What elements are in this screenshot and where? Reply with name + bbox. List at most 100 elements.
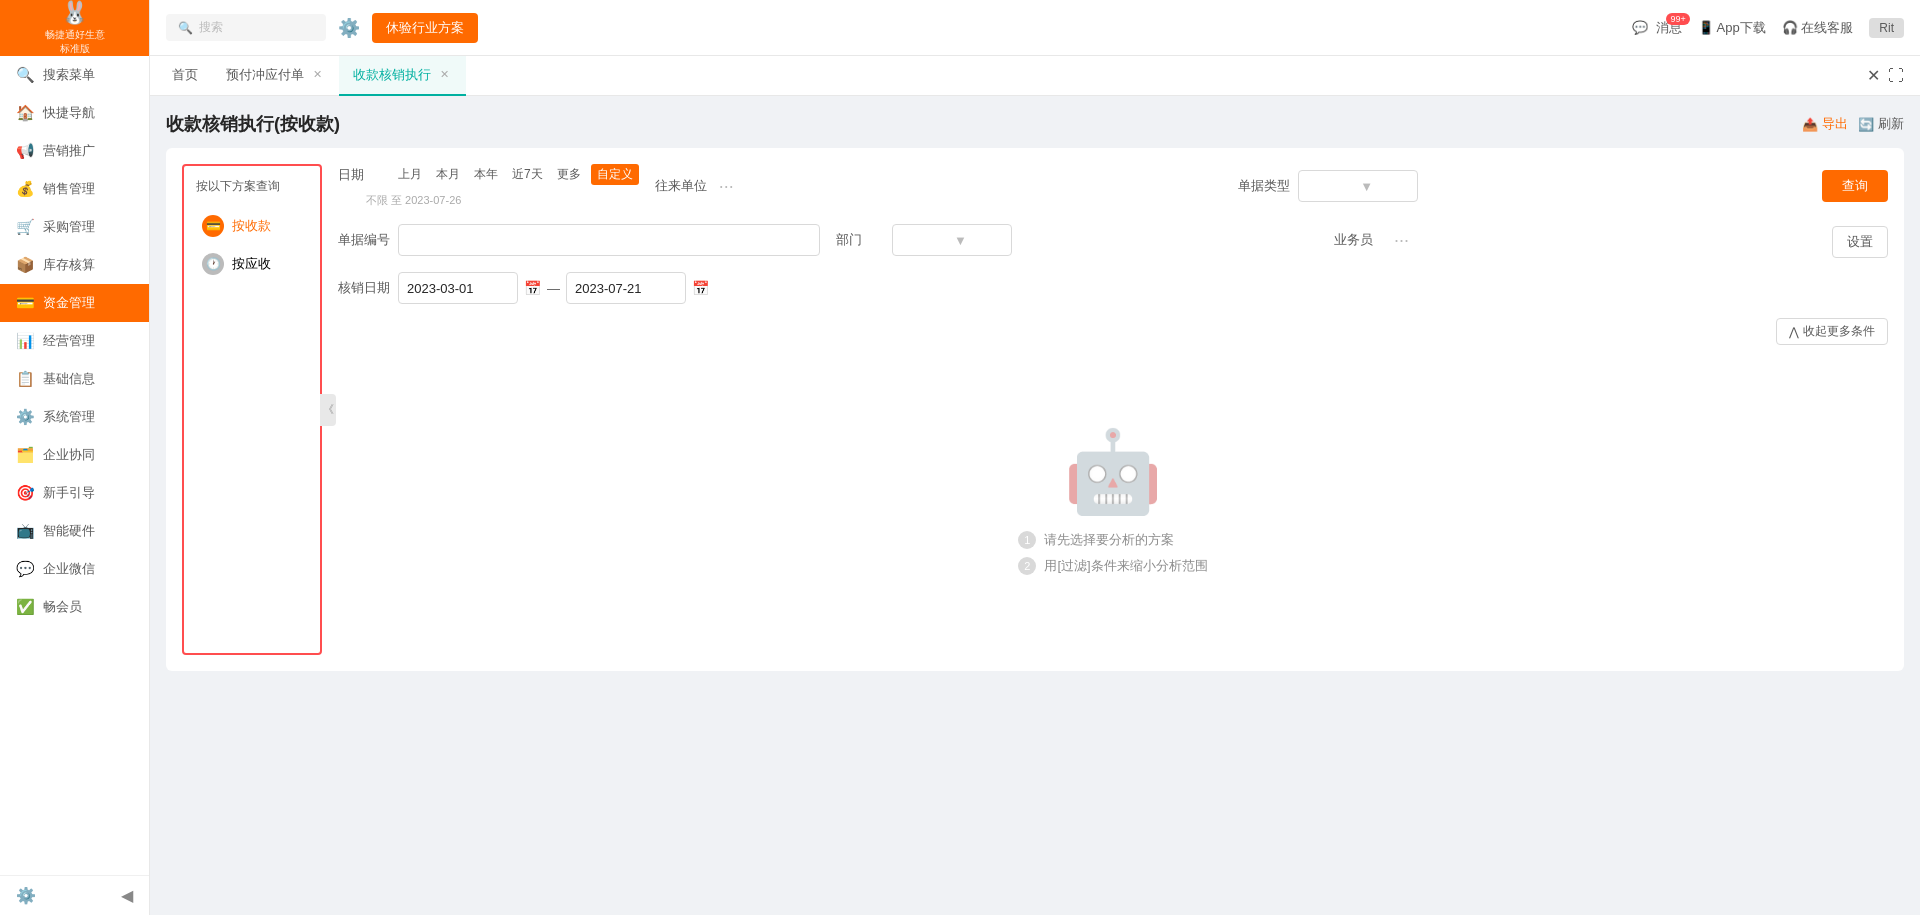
verify-start-calendar-icon[interactable]: 📅 [524, 280, 541, 296]
system-icon: ⚙️ [16, 408, 35, 426]
tab-close-all-btn[interactable]: ✕ [1867, 66, 1880, 85]
search-placeholder-text: 搜索 [199, 19, 223, 36]
dept-label: 部门 [836, 231, 884, 249]
settings-button[interactable]: 设置 [1832, 226, 1888, 258]
user-avatar[interactable]: Rit [1869, 18, 1904, 38]
basic-info-icon: 📋 [16, 370, 35, 388]
tab-maximize-btn[interactable]: ⛶ [1888, 67, 1904, 85]
doc-no-input[interactable] [398, 224, 820, 256]
export-icon: 📤 [1802, 117, 1818, 132]
sidebar-item-quick-nav[interactable]: 🏠 快捷导航 [0, 94, 149, 132]
topbar: 🔍 搜索 ⚙️ 休验行业方案 💬 99+ 消息 📱 App下载 🎧 在线客服 R… [150, 0, 1920, 56]
verify-date-label: 核销日期 [338, 279, 390, 297]
shortcut-last-month[interactable]: 上月 [394, 164, 426, 185]
shortcut-this-year[interactable]: 本年 [470, 164, 502, 185]
tab-prepay-close-icon[interactable]: ✕ [310, 66, 325, 83]
staff-field: 业务员 ··· [1334, 230, 1816, 251]
verify-end-calendar-icon[interactable]: 📅 [692, 280, 709, 296]
sales-icon: 💰 [16, 180, 35, 198]
shortcut-more[interactable]: 更多 [553, 164, 585, 185]
topbar-search[interactable]: 🔍 搜索 [166, 14, 326, 41]
sidebar-item-wx-work[interactable]: 💬 企业微信 [0, 550, 149, 588]
sidebar-item-label: 库存核算 [43, 256, 95, 274]
sidebar-item-purchase[interactable]: 🛒 采购管理 [0, 208, 149, 246]
sidebar-item-label: 快捷导航 [43, 104, 95, 122]
empty-state: 🤖 1 请先选择要分析的方案 2 用[过滤]条件来缩小分析范围 [338, 345, 1888, 655]
sidebar-item-sales[interactable]: 💰 销售管理 [0, 170, 149, 208]
verify-date-field: 核销日期 📅 — 📅 [338, 272, 1888, 304]
message-badge: 99+ [1666, 13, 1689, 25]
sidebar-item-inventory[interactable]: 📦 库存核算 [0, 246, 149, 284]
sidebar-item-system[interactable]: ⚙️ 系统管理 [0, 398, 149, 436]
topbar-search-icon: 🔍 [178, 21, 193, 35]
sidebar-item-smart-hw[interactable]: 📺 智能硬件 [0, 512, 149, 550]
tab-prepay-label: 预付冲应付单 [226, 66, 304, 84]
dept-select[interactable]: ▼ [892, 224, 1012, 256]
content-area: 收款核销执行(按收款) 📤 导出 🔄 刷新 按以下方案查询 💳 按收款 [150, 96, 1920, 915]
by-receipt-icon: 💳 [202, 215, 224, 237]
filter-option-by-receivable[interactable]: 🕐 按应收 [196, 245, 308, 283]
sidebar-item-basic-info[interactable]: 📋 基础信息 [0, 360, 149, 398]
shortcut-7days[interactable]: 近7天 [508, 164, 547, 185]
sidebar-item-member[interactable]: ✅ 畅会员 [0, 588, 149, 626]
sidebar-item-enterprise[interactable]: 🗂️ 企业协同 [0, 436, 149, 474]
verify-end-input[interactable] [566, 272, 686, 304]
shortcut-custom[interactable]: 自定义 [591, 164, 639, 185]
tab-receipt-close-icon[interactable]: ✕ [437, 66, 452, 83]
filter-form: 日期 上月 本月 本年 近7天 更多 自定义 不限 至 2023-07-26 [338, 164, 1888, 655]
sidebar-footer: ⚙️ ◀ [0, 875, 149, 915]
logo-icon: 🐰 [61, 0, 88, 26]
app-download-btn[interactable]: 📱 App下载 [1698, 19, 1766, 37]
filter-panel-collapse-btn[interactable]: 《 [320, 394, 336, 426]
smart-hw-icon: 📺 [16, 522, 35, 540]
tab-bar: 首页 预付冲应付单 ✕ 收款核销执行 ✕ ✕ ⛶ [150, 56, 1920, 96]
filter-panel: 按以下方案查询 💳 按收款 🕐 按应收 《 [182, 164, 322, 655]
sidebar-item-marketing[interactable]: 📢 营销推广 [0, 132, 149, 170]
sidebar-collapse-icon[interactable]: ◀ [121, 886, 133, 905]
sidebar-item-label: 营销推广 [43, 142, 95, 160]
online-service-btn[interactable]: 🎧 在线客服 [1782, 19, 1854, 37]
shortcut-this-month[interactable]: 本月 [432, 164, 464, 185]
export-label: 导出 [1822, 115, 1848, 133]
app-version: 标准版 [60, 42, 90, 56]
export-button[interactable]: 📤 导出 [1802, 115, 1848, 133]
app-name: 畅捷通好生意 [45, 28, 105, 42]
tab-actions: ✕ ⛶ [1867, 66, 1912, 85]
message-btn[interactable]: 💬 99+ 消息 [1632, 19, 1682, 37]
doc-type-field: 单据类型 ▼ [1238, 170, 1806, 202]
staff-label: 业务员 [1334, 231, 1382, 249]
tab-receipt-offset[interactable]: 收款核销执行 ✕ [339, 56, 466, 96]
doc-no-field: 单据编号 [338, 224, 820, 256]
tab-home[interactable]: 首页 [158, 56, 212, 96]
refresh-button[interactable]: 🔄 刷新 [1858, 115, 1904, 133]
sidebar-settings-icon[interactable]: ⚙️ [16, 886, 36, 905]
filter-option-by-receipt[interactable]: 💳 按收款 [196, 207, 308, 245]
empty-tip-1: 1 请先选择要分析的方案 [1018, 531, 1207, 549]
page-header: 收款核销执行(按收款) 📤 导出 🔄 刷新 [166, 112, 1904, 136]
counterparty-ellipsis[interactable]: ··· [715, 176, 738, 197]
search-button[interactable]: 查询 [1822, 170, 1888, 202]
sidebar-nav: 🔍 搜索菜单 🏠 快捷导航 📢 营销推广 💰 销售管理 🛒 采购管理 📦 库存核… [0, 56, 149, 875]
sidebar-item-operations[interactable]: 📊 经营管理 [0, 322, 149, 360]
industry-btn[interactable]: 休验行业方案 [372, 13, 478, 43]
sidebar-item-search-menu[interactable]: 🔍 搜索菜单 [0, 56, 149, 94]
doc-type-select[interactable]: ▼ [1298, 170, 1418, 202]
empty-tips: 1 请先选择要分析的方案 2 用[过滤]条件来缩小分析范围 [1018, 531, 1207, 575]
empty-illustration: 🤖 [1063, 425, 1163, 519]
topbar-settings-icon[interactable]: ⚙️ [338, 17, 360, 39]
sidebar-item-guide[interactable]: 🎯 新手引导 [0, 474, 149, 512]
main-area: 🔍 搜索 ⚙️ 休验行业方案 💬 99+ 消息 📱 App下载 🎧 在线客服 R… [150, 0, 1920, 915]
filter-panel-title: 按以下方案查询 [196, 178, 308, 195]
purchase-icon: 🛒 [16, 218, 35, 236]
verify-start-input[interactable] [398, 272, 518, 304]
tip-num-2: 2 [1018, 557, 1036, 575]
collapse-more-label: 收起更多条件 [1803, 323, 1875, 340]
collapse-more-button[interactable]: ⋀ 收起更多条件 [1776, 318, 1888, 345]
tab-prepay-offset[interactable]: 预付冲应付单 ✕ [212, 56, 339, 96]
sidebar-item-label: 资金管理 [43, 294, 95, 312]
operations-icon: 📊 [16, 332, 35, 350]
sidebar-item-finance[interactable]: 💳 资金管理 [0, 284, 149, 322]
filter-row-1: 日期 上月 本月 本年 近7天 更多 自定义 不限 至 2023-07-26 [338, 164, 1888, 208]
staff-ellipsis[interactable]: ··· [1390, 230, 1413, 251]
sidebar-item-label: 采购管理 [43, 218, 95, 236]
